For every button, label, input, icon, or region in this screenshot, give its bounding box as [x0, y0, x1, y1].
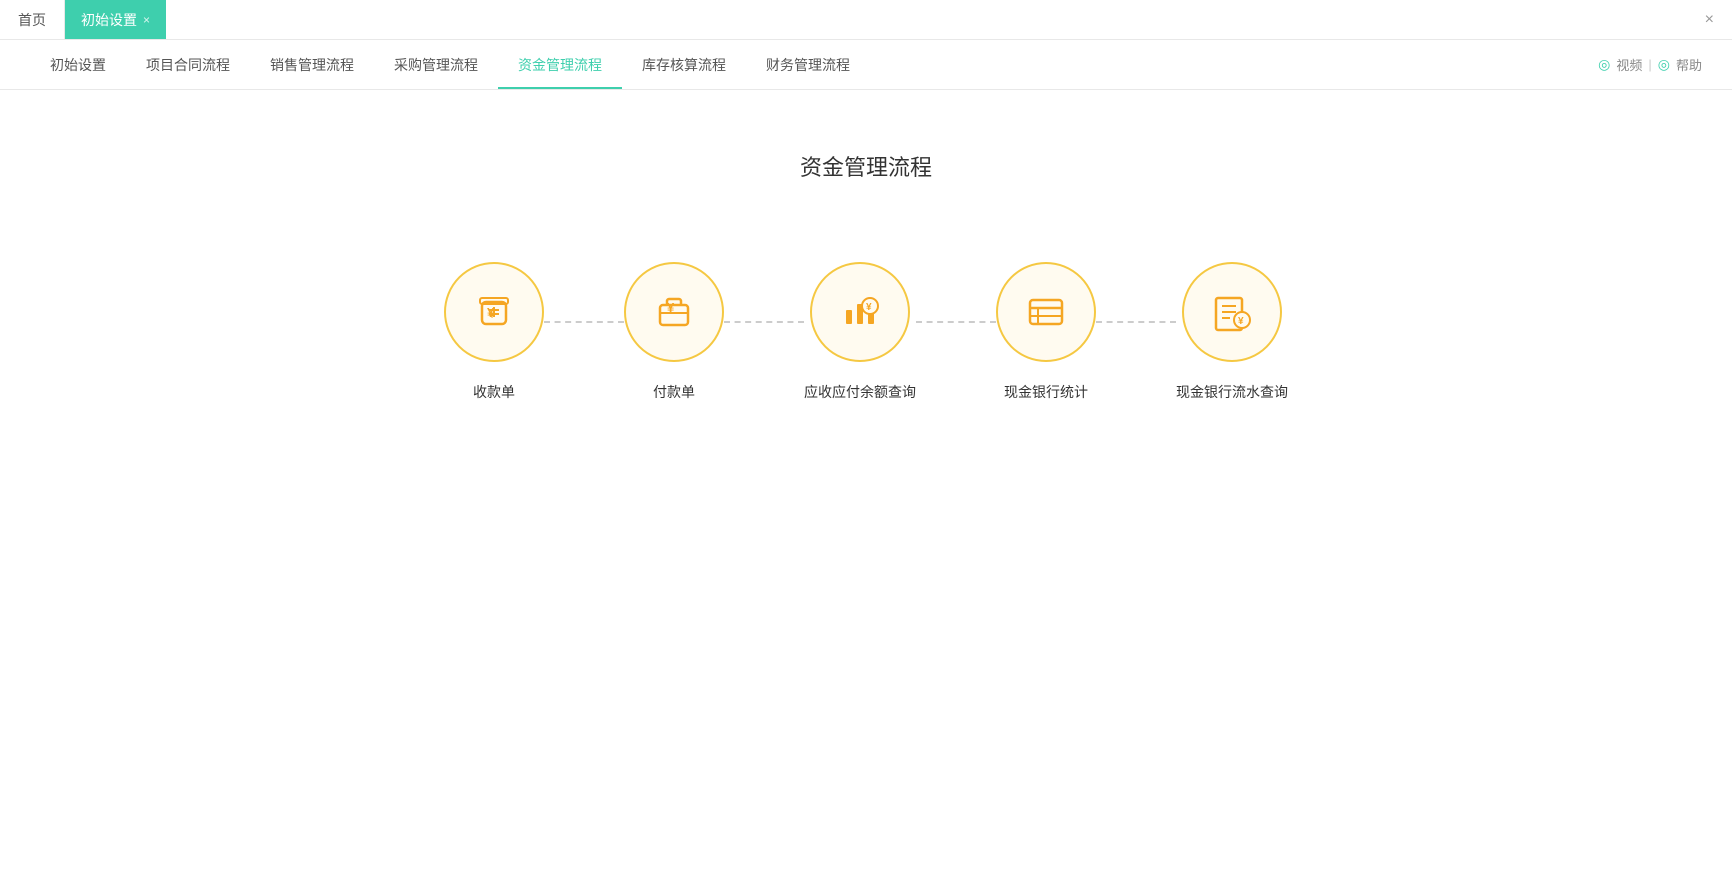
nav-item-inventory[interactable]: 库存核算流程	[622, 40, 746, 89]
nav-label-project: 项目合同流程	[146, 55, 230, 75]
svg-text:¥: ¥	[866, 302, 872, 313]
arrow-2	[724, 321, 804, 323]
receipt-icon-circle[interactable]: ¥ ¥	[444, 262, 544, 362]
balance-svg-icon: ¥	[836, 288, 884, 336]
payment-icon-circle[interactable]: ¥	[624, 262, 724, 362]
bank-stat-icon-circle[interactable]	[996, 262, 1096, 362]
nav-label-initial: 初始设置	[50, 55, 106, 75]
page-title: 资金管理流程	[800, 150, 932, 182]
help-circle-icon: ◎	[1658, 56, 1670, 73]
receipt-svg-icon: ¥ ¥	[470, 288, 518, 336]
nav-label-capital: 资金管理流程	[518, 55, 602, 75]
nav-item-sales[interactable]: 销售管理流程	[250, 40, 374, 89]
arrow-1	[544, 321, 624, 323]
main-content: 资金管理流程 ¥ ¥ 收款单	[0, 90, 1732, 442]
flow-item-bank-stat: 现金银行统计	[996, 262, 1096, 402]
bank-flow-icon-circle[interactable]: ¥	[1182, 262, 1282, 362]
flow-item-bank-flow: ¥ 现金银行流水查询	[1176, 262, 1288, 402]
active-tab-label: 初始设置	[81, 10, 137, 30]
bank-flow-label: 现金银行流水查询	[1176, 382, 1288, 402]
balance-icon-circle[interactable]: ¥	[810, 262, 910, 362]
nav-bar: 初始设置 项目合同流程 销售管理流程 采购管理流程 资金管理流程 库存核算流程 …	[0, 40, 1732, 90]
arrow-3	[916, 321, 996, 323]
balance-label: 应收应付余额查询	[804, 382, 916, 402]
nav-item-finance[interactable]: 财务管理流程	[746, 40, 870, 89]
home-label: 首页	[18, 10, 46, 30]
svg-text:¥: ¥	[1238, 316, 1244, 327]
flow-container: ¥ ¥ 收款单 ¥ 付款单	[444, 262, 1288, 402]
nav-label-sales: 销售管理流程	[270, 55, 354, 75]
bank-flow-svg-icon: ¥	[1208, 288, 1256, 336]
help-link[interactable]: 帮助	[1676, 55, 1702, 74]
top-bar-right: ×	[1687, 11, 1732, 29]
nav-item-capital[interactable]: 资金管理流程	[498, 40, 622, 89]
flow-item-balance: ¥ 应收应付余额查询	[804, 262, 916, 402]
receipt-label: 收款单	[473, 382, 515, 402]
tab-close-icon[interactable]: ×	[143, 13, 150, 27]
nav-label-purchase: 采购管理流程	[394, 55, 478, 75]
nav-label-finance: 财务管理流程	[766, 55, 850, 75]
flow-item-payment: ¥ 付款单	[624, 262, 724, 402]
nav-item-project[interactable]: 项目合同流程	[126, 40, 250, 89]
video-link[interactable]: 视频	[1616, 55, 1642, 74]
top-bar: 首页 初始设置 × ×	[0, 0, 1732, 40]
bank-stat-svg-icon	[1022, 288, 1070, 336]
home-tab[interactable]: 首页	[0, 0, 65, 39]
svg-text:¥: ¥	[667, 300, 675, 315]
payment-svg-icon: ¥	[650, 288, 698, 336]
payment-label: 付款单	[653, 382, 695, 402]
nav-item-purchase[interactable]: 采购管理流程	[374, 40, 498, 89]
nav-divider: |	[1648, 57, 1651, 72]
nav-label-inventory: 库存核算流程	[642, 55, 726, 75]
arrow-4	[1096, 321, 1176, 323]
video-circle-icon: ◎	[1598, 56, 1610, 73]
bank-stat-label: 现金银行统计	[1004, 382, 1088, 402]
window-close-button[interactable]: ×	[1705, 11, 1714, 29]
active-tab[interactable]: 初始设置 ×	[65, 0, 166, 39]
flow-item-receipt: ¥ ¥ 收款单	[444, 262, 544, 402]
svg-text:¥: ¥	[487, 305, 495, 320]
nav-bar-help-area: ◎ 视频 | ◎ 帮助	[1598, 55, 1702, 74]
nav-item-initial[interactable]: 初始设置	[30, 40, 126, 89]
